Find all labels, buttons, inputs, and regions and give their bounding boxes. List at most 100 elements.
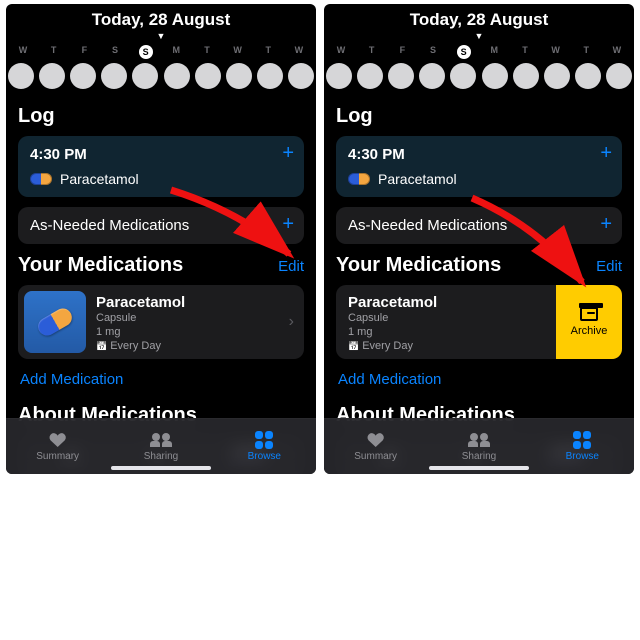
weekday-label: W	[541, 45, 571, 59]
tab-label: Summary	[354, 451, 397, 462]
medication-name: Paracetamol	[96, 294, 273, 311]
day-dot[interactable]	[357, 63, 383, 89]
medication-row-swiped[interactable]: Paracetamol Capsule 1 mg Every Day Archi…	[336, 285, 622, 359]
day-dot[interactable]	[513, 63, 539, 89]
log-schedule-card[interactable]: + 4:30 PM Paracetamol	[18, 136, 304, 197]
log-schedule-card[interactable]: + 4:30 PM Paracetamol	[336, 136, 622, 197]
log-title: Log	[336, 105, 622, 128]
archive-button[interactable]: Archive	[556, 285, 622, 359]
day-dot[interactable]	[39, 63, 65, 89]
tab-browse[interactable]: Browse	[213, 419, 316, 474]
medication-schedule: Every Day	[96, 339, 273, 353]
phone-left: Today, 28 August W T F S S M T W T	[6, 4, 316, 474]
weekday-label: W	[223, 45, 253, 59]
as-needed-card[interactable]: + As-Needed Medications	[18, 207, 304, 244]
edit-button[interactable]: Edit	[278, 258, 304, 275]
day-dot[interactable]	[326, 63, 352, 89]
day-dot[interactable]	[195, 63, 221, 89]
day-dot[interactable]	[132, 63, 158, 89]
day-dot[interactable]	[101, 63, 127, 89]
home-indicator[interactable]	[429, 466, 529, 470]
day-dot[interactable]	[544, 63, 570, 89]
add-as-needed-icon[interactable]: +	[600, 215, 612, 233]
date-label: Today, 28 August	[324, 10, 634, 30]
chevron-down-icon[interactable]	[324, 32, 634, 41]
weekday-label: W	[326, 45, 356, 59]
home-indicator[interactable]	[111, 466, 211, 470]
log-time: 4:30 PM	[348, 146, 610, 163]
weekday-label: M	[161, 45, 191, 59]
day-dot[interactable]	[482, 63, 508, 89]
tab-label: Browse	[566, 451, 599, 462]
day-dot[interactable]	[419, 63, 445, 89]
weekday-label-selected: S	[449, 45, 479, 59]
add-log-icon[interactable]: +	[282, 144, 294, 162]
medication-strength: 1 mg	[348, 325, 550, 339]
date-label: Today, 28 August	[6, 10, 316, 30]
tab-browse[interactable]: Browse	[531, 419, 634, 474]
log-med-name: Paracetamol	[60, 171, 139, 187]
medication-form: Capsule	[96, 311, 273, 325]
as-needed-label: As-Needed Medications	[348, 217, 610, 234]
weekday-label: S	[100, 45, 130, 59]
people-icon	[150, 433, 172, 447]
chevron-down-icon[interactable]	[6, 32, 316, 41]
weekday-label: M	[479, 45, 509, 59]
medication-strength: 1 mg	[96, 325, 273, 339]
weekday-label: T	[357, 45, 387, 59]
day-dot[interactable]	[164, 63, 190, 89]
your-medications-title: Your Medications	[336, 254, 501, 277]
chevron-right-icon: ›	[279, 313, 304, 331]
weekday-label-selected: S	[131, 45, 161, 59]
weekday-label: W	[284, 45, 314, 59]
weekday-label: T	[510, 45, 540, 59]
week-strip[interactable]: W T F S S M T W T W	[6, 45, 316, 89]
weekday-label: F	[387, 45, 417, 59]
weekday-label: W	[602, 45, 632, 59]
day-dot[interactable]	[575, 63, 601, 89]
pill-icon	[30, 173, 52, 185]
medication-row[interactable]: Paracetamol Capsule 1 mg Every Day ›	[18, 285, 304, 359]
weekday-label: W	[8, 45, 38, 59]
weekday-label: T	[571, 45, 601, 59]
log-med-name: Paracetamol	[378, 171, 457, 187]
add-medication-button[interactable]: Add Medication	[336, 359, 622, 394]
medication-schedule: Every Day	[348, 339, 550, 353]
weekday-label: S	[418, 45, 448, 59]
tab-bar: Summary Sharing Browse	[6, 418, 316, 474]
your-medications-title: Your Medications	[18, 254, 183, 277]
day-dot[interactable]	[288, 63, 314, 89]
day-dot[interactable]	[257, 63, 283, 89]
add-log-icon[interactable]: +	[600, 144, 612, 162]
tab-summary[interactable]: Summary	[6, 419, 109, 474]
medication-form: Capsule	[348, 311, 550, 325]
weekday-label: T	[192, 45, 222, 59]
day-dot[interactable]	[606, 63, 632, 89]
grid-icon	[573, 431, 591, 449]
log-title: Log	[18, 105, 304, 128]
weekday-label: T	[253, 45, 283, 59]
add-medication-button[interactable]: Add Medication	[18, 359, 304, 394]
medication-tile-icon	[24, 291, 86, 353]
add-as-needed-icon[interactable]: +	[282, 215, 294, 233]
tab-label: Sharing	[462, 451, 496, 462]
people-icon	[468, 433, 490, 447]
pill-icon	[348, 173, 370, 185]
week-strip[interactable]: W T F S S M T W T W	[324, 45, 634, 89]
day-dot[interactable]	[8, 63, 34, 89]
tab-label: Browse	[248, 451, 281, 462]
edit-button[interactable]: Edit	[596, 258, 622, 275]
day-dot[interactable]	[70, 63, 96, 89]
weekday-label: F	[69, 45, 99, 59]
day-dot[interactable]	[450, 63, 476, 89]
weekday-label: T	[39, 45, 69, 59]
day-dot[interactable]	[226, 63, 252, 89]
as-needed-card[interactable]: + As-Needed Medications	[336, 207, 622, 244]
day-dot[interactable]	[388, 63, 414, 89]
archive-icon	[580, 307, 598, 321]
tab-bar: Summary Sharing Browse	[324, 418, 634, 474]
medication-name: Paracetamol	[348, 294, 550, 311]
phone-right: Today, 28 August W T F S S M T W T	[324, 4, 634, 474]
as-needed-label: As-Needed Medications	[30, 217, 292, 234]
tab-summary[interactable]: Summary	[324, 419, 427, 474]
